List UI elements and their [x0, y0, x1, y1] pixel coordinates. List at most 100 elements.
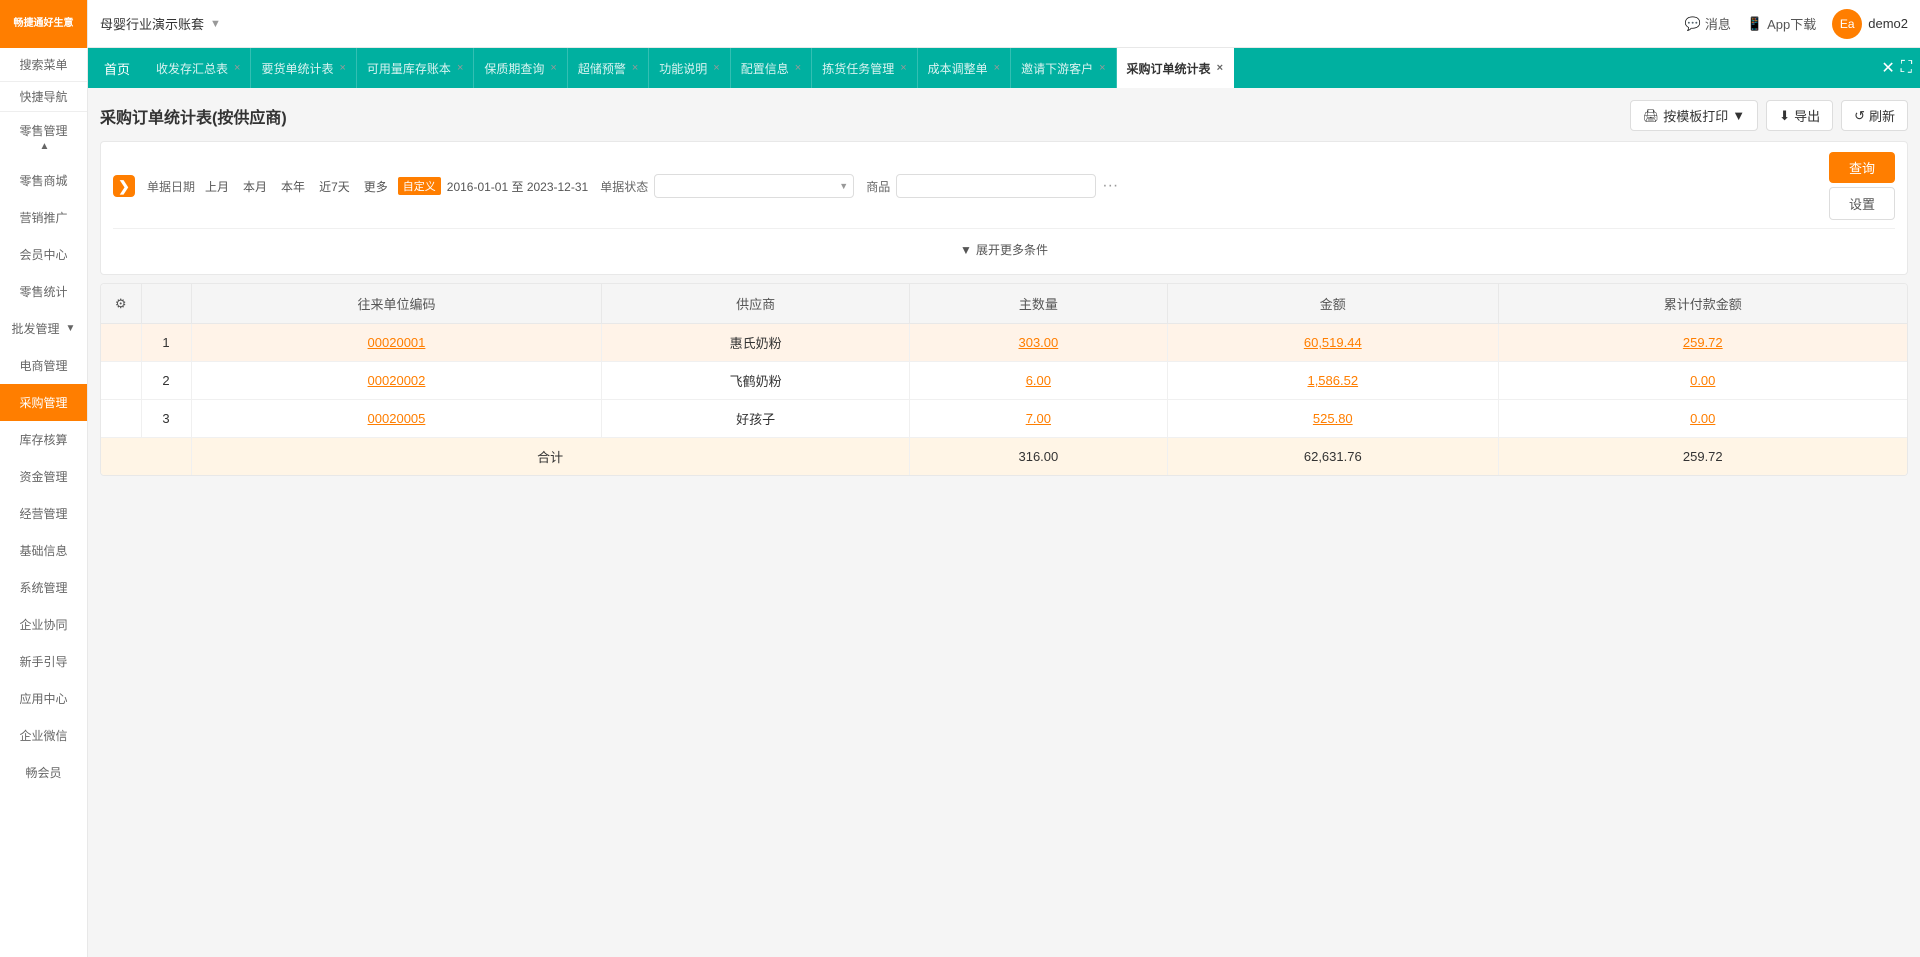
sidebar-item-finance[interactable]: 资金管理	[0, 458, 87, 495]
sidebar-quicknav[interactable]: 快捷导航	[0, 82, 87, 112]
tab-cost-adjust[interactable]: 成本调整单 ×	[918, 48, 1011, 88]
sidebar-item-retail-mall[interactable]: 零售商城	[0, 162, 87, 199]
sidebar-item-retail-stats[interactable]: 零售统计	[0, 273, 87, 310]
sidebar-item-label: 企业微信	[19, 727, 67, 744]
table-settings-icon[interactable]: ⚙	[115, 296, 127, 311]
tab-close-icon[interactable]: ×	[900, 62, 906, 74]
print-button[interactable]: 🖨 按模板打印 ▼	[1630, 100, 1758, 131]
td-quantity[interactable]: 6.00	[909, 362, 1167, 400]
date-this-year-btn[interactable]: 本年	[277, 177, 309, 196]
sidebar-item-operation[interactable]: 经营管理	[0, 495, 87, 532]
app-download-btn[interactable]: 📱 App下载	[1747, 14, 1816, 33]
th-settings[interactable]: ⚙	[101, 284, 141, 324]
td-quantity[interactable]: 303.00	[909, 324, 1167, 362]
th-rownum	[141, 284, 191, 324]
tab-config-info[interactable]: 配置信息 ×	[731, 48, 812, 88]
sidebar-item-wholesale[interactable]: 批发管理 ▼	[0, 310, 87, 347]
td-paid[interactable]: 0.00	[1498, 400, 1907, 438]
sidebar-item-inventory[interactable]: 库存核算	[0, 421, 87, 458]
td-supplier: 飞鹤奶粉	[602, 362, 909, 400]
sidebar-item-enterprise-wechat[interactable]: 企业微信	[0, 717, 87, 754]
th-unit-code: 往来单位编码	[191, 284, 602, 324]
filter-settings-button[interactable]: 设置	[1829, 187, 1895, 220]
sidebar-item-label: 采购管理	[19, 394, 67, 411]
sidebar-item-sys-manage[interactable]: 系统管理	[0, 569, 87, 606]
date-last-month-btn[interactable]: 上月	[201, 177, 233, 196]
footer-label: 合计	[191, 438, 909, 476]
workspace-selector[interactable]: 母婴行业演示账套 ▼	[100, 14, 300, 33]
td-paid[interactable]: 259.72	[1498, 324, 1907, 362]
tab-close-icon[interactable]: ×	[994, 62, 1000, 74]
td-unit-code[interactable]: 00020002	[191, 362, 602, 400]
expand-filter-btn[interactable]: ▼ 展开更多条件	[113, 235, 1895, 264]
td-amount[interactable]: 60,519.44	[1168, 324, 1498, 362]
td-unit-code[interactable]: 00020005	[191, 400, 602, 438]
tab-close-icon[interactable]: ×	[1099, 62, 1105, 74]
table-body: 1 00020001 惠氏奶粉 303.00 60,519.44 259.72 …	[101, 324, 1907, 438]
tab-label: 超储预警	[578, 60, 626, 77]
tab-label: 拣货任务管理	[822, 60, 894, 77]
date-more-btn[interactable]: 更多	[360, 177, 392, 196]
workspace-name: 母婴行业演示账套	[100, 14, 204, 33]
goods-filter-label: 商品	[866, 178, 890, 195]
tab-function-desc[interactable]: 功能说明 ×	[649, 48, 730, 88]
sidebar-item-newbie[interactable]: 新手引导	[0, 643, 87, 680]
export-button[interactable]: ⬇ 导出	[1766, 100, 1833, 131]
tab-purchase-order-stats[interactable]: 采购订单统计表 ×	[1117, 48, 1234, 88]
sidebar-item-member[interactable]: 会员中心	[0, 236, 87, 273]
tab-label: 要货单统计表	[261, 60, 333, 77]
sidebar-item-enterprise[interactable]: 企业协同	[0, 606, 87, 643]
date-this-month-btn[interactable]: 本月	[239, 177, 271, 196]
sidebar-item-vip[interactable]: 畅会员	[0, 754, 87, 791]
goods-input[interactable]	[896, 174, 1096, 198]
tab-home[interactable]: 首页	[88, 48, 146, 88]
tab-close-icon[interactable]: ×	[550, 62, 556, 74]
td-quantity[interactable]: 7.00	[909, 400, 1167, 438]
main-area: 母婴行业演示账套 ▼ 💬 消息 📱 App下载 Ea demo2 首页 收发存汇…	[88, 0, 1920, 957]
td-amount[interactable]: 525.80	[1168, 400, 1498, 438]
collapse-filter-button[interactable]: ❯	[113, 175, 135, 197]
tab-close-icon[interactable]: ×	[632, 62, 638, 74]
tab-receive-summary[interactable]: 收发存汇总表 ×	[146, 48, 251, 88]
tab-close-icon[interactable]: ×	[1217, 62, 1223, 74]
tab-purchase-stats[interactable]: 要货单统计表 ×	[251, 48, 356, 88]
td-unit-code[interactable]: 00020001	[191, 324, 602, 362]
date-range-display[interactable]: 2016-01-01 至 2023-12-31	[447, 178, 588, 195]
tab-picking-task[interactable]: 拣货任务管理 ×	[812, 48, 917, 88]
sidebar-search[interactable]: 搜索菜单	[0, 48, 87, 82]
footer-paid: 259.72	[1498, 438, 1907, 476]
tab-close-icon[interactable]: ×	[457, 62, 463, 74]
sidebar-item-label: 资金管理	[19, 468, 67, 485]
query-button[interactable]: 查询	[1829, 152, 1895, 183]
td-amount[interactable]: 1,586.52	[1168, 362, 1498, 400]
sidebar-item-purchase[interactable]: 采购管理	[0, 384, 87, 421]
status-select[interactable]	[654, 174, 854, 198]
user-menu[interactable]: Ea demo2	[1832, 9, 1908, 39]
sidebar-item-app-center[interactable]: 应用中心	[0, 680, 87, 717]
tab-close-icon[interactable]: ×	[234, 62, 240, 74]
sidebar-item-retail-management[interactable]: 零售管理 ▲	[0, 112, 87, 162]
tab-close-icon[interactable]: ×	[795, 62, 801, 74]
td-rownum: 1	[141, 324, 191, 362]
date-last7-btn[interactable]: 近7天	[315, 177, 354, 196]
sidebar-item-basic-info[interactable]: 基础信息	[0, 532, 87, 569]
topbar-right: 💬 消息 📱 App下载 Ea demo2	[1685, 9, 1908, 39]
th-amount: 金额	[1168, 284, 1498, 324]
sidebar-item-ecommerce[interactable]: 电商管理	[0, 347, 87, 384]
tab-available-stock[interactable]: 可用量库存账本 ×	[357, 48, 474, 88]
sidebar-item-label: 经营管理	[19, 505, 67, 522]
refresh-button[interactable]: ↺ 刷新	[1841, 100, 1908, 131]
tab-close-icon[interactable]: ×	[339, 62, 345, 74]
tab-expiry-query[interactable]: 保质期查询 ×	[474, 48, 567, 88]
message-btn[interactable]: 💬 消息	[1685, 14, 1731, 33]
close-all-tabs-icon[interactable]: ✕	[1881, 58, 1894, 78]
td-paid[interactable]: 0.00	[1498, 362, 1907, 400]
refresh-label: 刷新	[1869, 106, 1895, 125]
tab-close-icon[interactable]: ×	[713, 62, 719, 74]
goods-more-icon[interactable]: ···	[1102, 177, 1118, 195]
sidebar-item-marketing[interactable]: 营销推广	[0, 199, 87, 236]
tab-overstock-alert[interactable]: 超储预警 ×	[568, 48, 649, 88]
sidebar-item-label: 企业协同	[19, 616, 67, 633]
maximize-icon[interactable]: ⛶	[1901, 59, 1912, 77]
tab-invite-downstream[interactable]: 邀请下游客户 ×	[1011, 48, 1116, 88]
